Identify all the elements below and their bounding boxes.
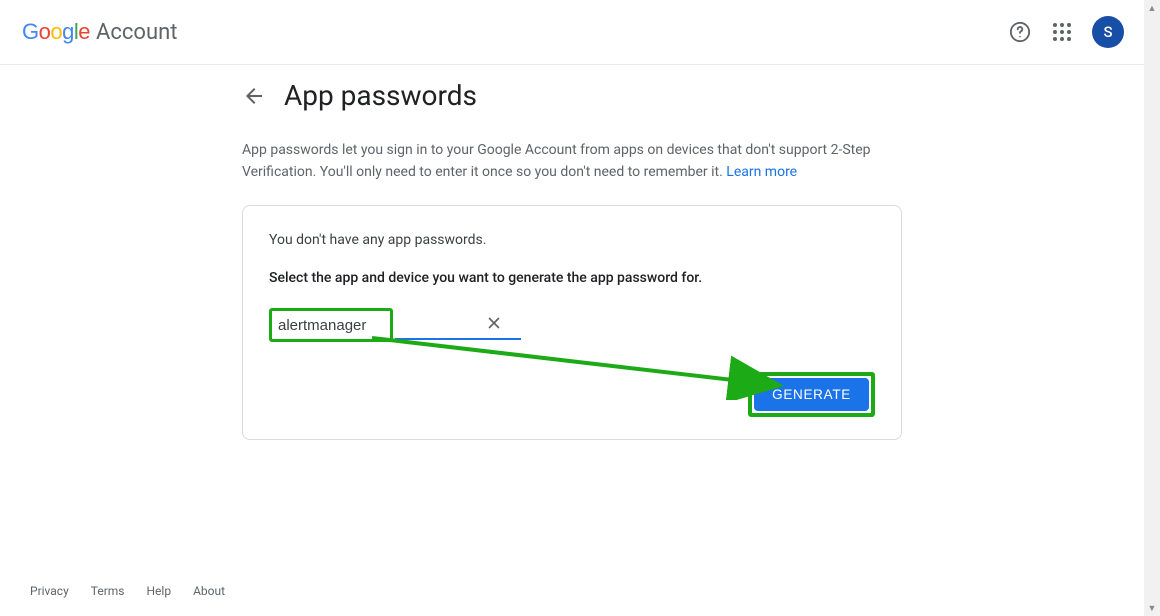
google-logo: Google bbox=[22, 19, 90, 45]
page-content: App passwords App passwords let you sign… bbox=[242, 79, 902, 440]
topbar: Google Account S bbox=[0, 0, 1144, 64]
apps-icon[interactable] bbox=[1050, 20, 1074, 44]
empty-state-text: You don't have any app passwords. bbox=[269, 232, 875, 248]
generate-highlight: GENERATE bbox=[748, 372, 875, 417]
generate-row: GENERATE bbox=[269, 372, 875, 417]
app-input-row bbox=[269, 308, 875, 342]
footer-terms[interactable]: Terms bbox=[91, 584, 125, 598]
input-underline bbox=[395, 338, 521, 340]
footer-help[interactable]: Help bbox=[147, 584, 172, 598]
app-name-input[interactable] bbox=[278, 317, 384, 334]
top-actions: S bbox=[1008, 16, 1124, 48]
avatar[interactable]: S bbox=[1092, 16, 1124, 48]
learn-more-link[interactable]: Learn more bbox=[726, 164, 797, 180]
generate-button[interactable]: GENERATE bbox=[754, 378, 869, 411]
brand: Google Account bbox=[22, 19, 177, 45]
help-icon[interactable] bbox=[1008, 20, 1032, 44]
app-passwords-card: You don't have any app passwords. Select… bbox=[242, 205, 902, 440]
description: App passwords let you sign in to your Go… bbox=[242, 140, 882, 183]
page-title: App passwords bbox=[284, 79, 477, 112]
select-label: Select the app and device you want to ge… bbox=[269, 270, 875, 286]
avatar-letter: S bbox=[1103, 23, 1112, 41]
clear-icon[interactable] bbox=[485, 313, 503, 337]
app-name-highlight bbox=[269, 308, 393, 342]
footer: Privacy Terms Help About bbox=[30, 584, 225, 598]
scroll-down-icon[interactable]: ▼ bbox=[1144, 600, 1160, 616]
footer-privacy[interactable]: Privacy bbox=[30, 584, 69, 598]
title-row: App passwords bbox=[242, 79, 902, 112]
scroll-up-icon[interactable]: ▲ bbox=[1144, 0, 1160, 16]
back-arrow-icon[interactable] bbox=[242, 84, 266, 108]
scrollbar[interactable]: ▲ ▼ bbox=[1144, 0, 1160, 616]
footer-about[interactable]: About bbox=[193, 584, 225, 598]
account-label: Account bbox=[96, 20, 177, 45]
divider bbox=[0, 64, 1144, 65]
